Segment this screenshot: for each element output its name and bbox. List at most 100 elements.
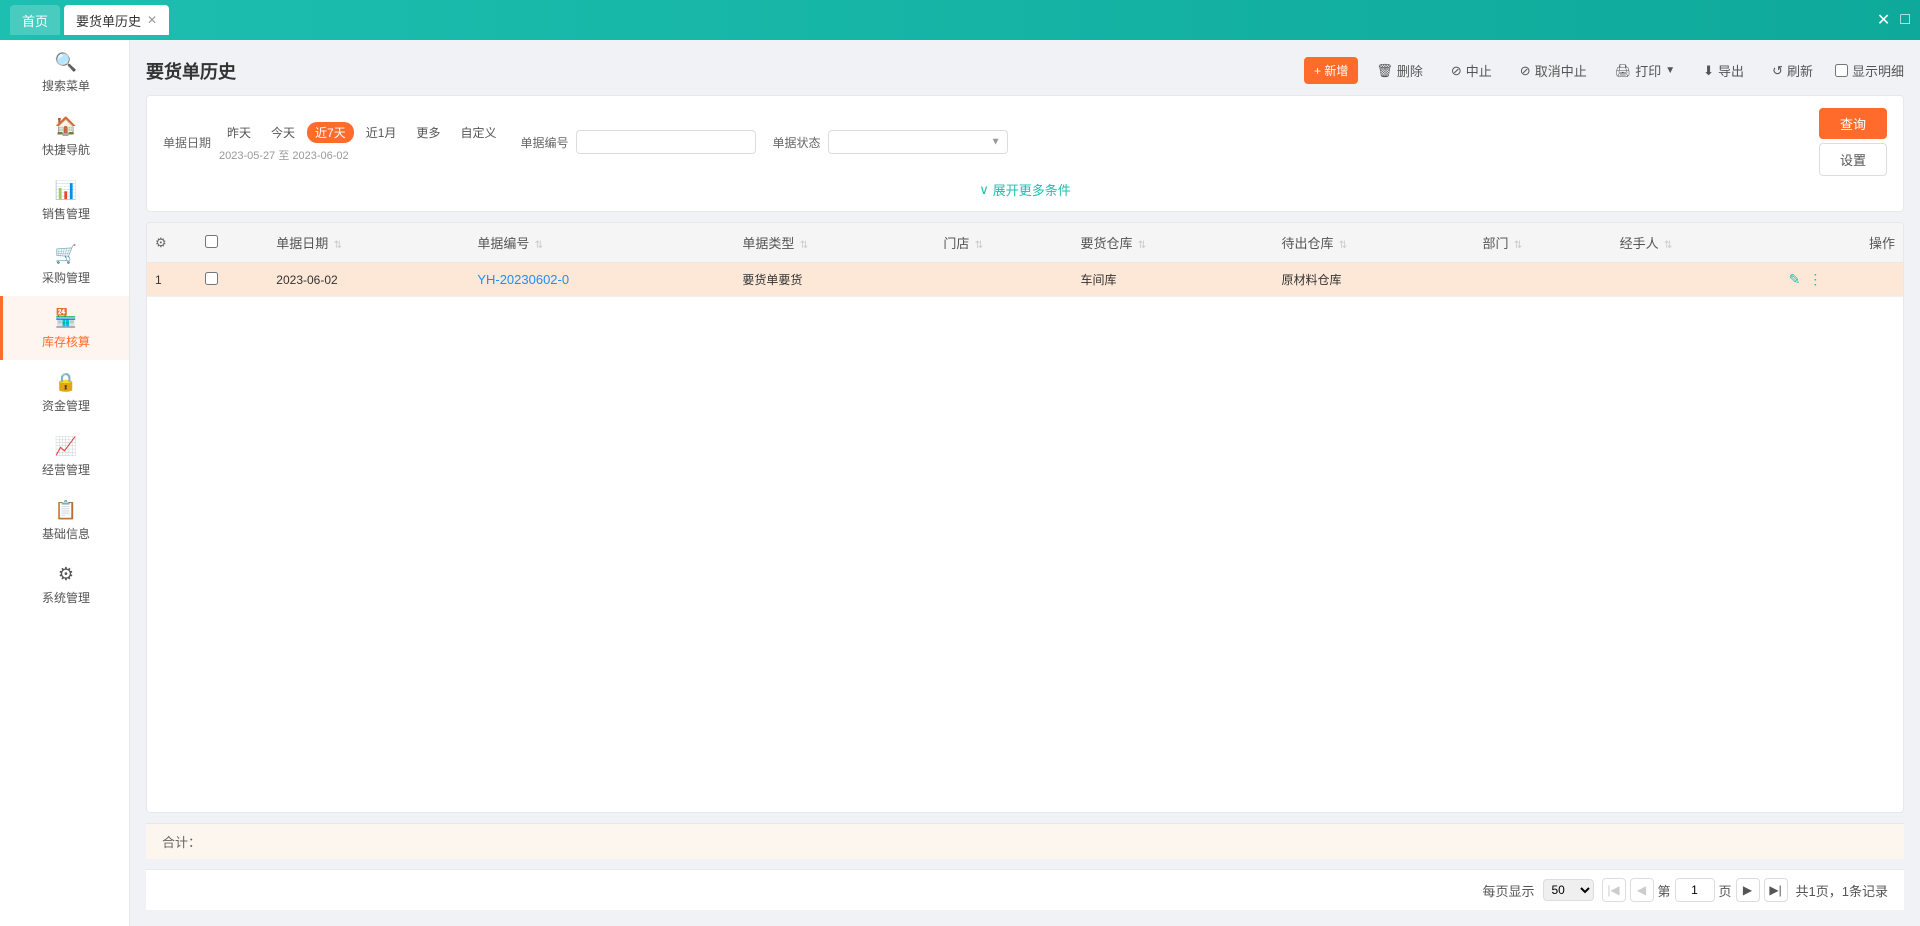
stop-button[interactable]: ⊘ 中止 xyxy=(1441,56,1502,85)
col-date-label: 单据日期 xyxy=(276,236,328,251)
print-button[interactable]: 🖨 打印 ▼ xyxy=(1605,56,1685,85)
gear-icon[interactable]: ⚙ xyxy=(155,235,167,250)
sidebar-item-inventory-label: 库存核算 xyxy=(42,333,90,350)
refresh-icon: ↺ xyxy=(1772,63,1783,79)
data-table: ⚙ 单据日期 ⇅ 单据编号 ⇅ xyxy=(147,223,1903,297)
edit-action-icon[interactable]: ✎ xyxy=(1789,271,1801,288)
sidebar-item-operation-label: 经营管理 xyxy=(42,461,90,478)
sort-reqwh-icon[interactable]: ⇅ xyxy=(1138,240,1146,251)
basic-icon: 📋 xyxy=(55,500,77,521)
query-button[interactable]: 查询 xyxy=(1819,108,1887,139)
sidebar-item-purchase[interactable]: 🛒 采购管理 xyxy=(0,232,129,296)
sort-handler-icon[interactable]: ⇅ xyxy=(1664,240,1672,251)
col-gear[interactable]: ⚙ xyxy=(147,223,197,263)
next-page-btn[interactable]: ▶ xyxy=(1736,878,1760,902)
footer-summary: 合计： xyxy=(146,823,1904,859)
sort-pendwh-icon[interactable]: ⇅ xyxy=(1339,240,1347,251)
expand-more-btn[interactable]: ∨ 展开更多条件 xyxy=(163,180,1887,199)
sort-store-icon[interactable]: ⇅ xyxy=(975,240,983,251)
status-select-wrapper: 草稿 已提交 已审批 中止 xyxy=(828,130,1008,154)
col-doctype-label: 单据类型 xyxy=(742,236,794,251)
stop-icon: ⊘ xyxy=(1451,63,1462,79)
sidebar-item-search[interactable]: 🔍 搜索菜单 xyxy=(0,40,129,104)
doc-link[interactable]: YH-20230602-0 xyxy=(477,272,569,287)
show-detail-checkbox[interactable] xyxy=(1835,64,1848,77)
cancel-stop-button[interactable]: ⊘ 取消中止 xyxy=(1510,56,1597,85)
per-page-label: 每页显示 xyxy=(1482,881,1534,900)
row-pend-warehouse: 原材料仓库 xyxy=(1273,263,1474,297)
home-icon: 🏠 xyxy=(55,116,77,137)
col-req-warehouse-label: 要货仓库 xyxy=(1080,236,1132,251)
delete-icon: 🗑 xyxy=(1376,63,1393,79)
row-checkbox xyxy=(197,263,268,297)
col-handler: 经手人 ⇅ xyxy=(1612,223,1781,263)
sales-icon: 📊 xyxy=(55,180,77,201)
page-title: 要货单历史 xyxy=(146,58,236,84)
tab-home[interactable]: 首页 xyxy=(10,5,60,35)
tab-history[interactable]: 要货单历史 ✕ xyxy=(64,5,169,35)
row-seq: 1 xyxy=(147,263,197,297)
top-bar-right: ✕ □ xyxy=(1877,10,1910,30)
page-nav: |◀ ◀ 第 页 ▶ ▶| xyxy=(1602,878,1788,902)
search-menu-icon: 🔍 xyxy=(55,52,77,73)
sort-date-icon[interactable]: ⇅ xyxy=(334,240,342,251)
select-all-checkbox[interactable] xyxy=(205,235,218,248)
last-page-btn[interactable]: ▶| xyxy=(1764,878,1788,902)
summary-label: 合计： xyxy=(162,832,201,851)
date-today-btn[interactable]: 今天 xyxy=(263,122,303,143)
inventory-icon: 🏪 xyxy=(55,308,77,329)
sidebar-item-inventory[interactable]: 🏪 库存核算 xyxy=(0,296,129,360)
sidebar-item-purchase-label: 采购管理 xyxy=(42,269,90,286)
col-store: 门店 ⇅ xyxy=(935,223,1072,263)
col-dept-label: 部门 xyxy=(1483,236,1509,251)
row-handler xyxy=(1612,263,1781,297)
export-button[interactable]: ⬇ 导出 xyxy=(1693,56,1754,85)
date-custom-btn[interactable]: 自定义 xyxy=(452,122,504,143)
sidebar-item-sales-label: 销售管理 xyxy=(42,205,90,222)
col-handler-label: 经手人 xyxy=(1620,236,1659,251)
docno-filter-input[interactable] xyxy=(576,130,756,154)
table-row: 1 2023-06-02 YH-20230602-0 要货单要货 车间库 原材料… xyxy=(147,263,1903,297)
page-label: 第 xyxy=(1658,881,1671,900)
row-doctype: 要货单要货 xyxy=(734,263,935,297)
more-action-icon[interactable]: ⋮ xyxy=(1808,271,1822,288)
sidebar-item-system[interactable]: ⚙ 系统管理 xyxy=(0,552,129,616)
per-page-select[interactable]: 50 10 20 100 xyxy=(1543,879,1594,901)
sidebar-item-sales[interactable]: 📊 销售管理 xyxy=(0,168,129,232)
export-icon: ⬇ xyxy=(1703,63,1714,79)
sidebar-item-basic[interactable]: 📋 基础信息 xyxy=(0,488,129,552)
finance-icon: 🔒 xyxy=(55,372,77,393)
sort-docno-icon[interactable]: ⇅ xyxy=(535,240,543,251)
sort-doctype-icon[interactable]: ⇅ xyxy=(800,240,808,251)
toolbar: + 新增 🗑 删除 ⊘ 中止 ⊘ 取消中止 🖨 打印 ▼ xyxy=(1304,56,1904,85)
sidebar-item-operation[interactable]: 📈 经营管理 xyxy=(0,424,129,488)
window-close-icon[interactable]: ✕ xyxy=(1877,10,1890,30)
refresh-button[interactable]: ↺ 刷新 xyxy=(1762,56,1823,85)
delete-button[interactable]: 🗑 删除 xyxy=(1366,56,1433,85)
pagination: 每页显示 50 10 20 100 |◀ ◀ 第 页 ▶ ▶| 共1页，1条记录 xyxy=(146,869,1904,910)
sidebar-item-basic-label: 基础信息 xyxy=(42,525,90,542)
row-docno: YH-20230602-0 xyxy=(469,263,734,297)
show-detail-toggle[interactable]: 显示明细 xyxy=(1835,61,1904,80)
status-filter-select[interactable]: 草稿 已提交 已审批 中止 xyxy=(828,130,1008,154)
close-tab-icon[interactable]: ✕ xyxy=(147,13,157,27)
status-filter-group: 单据状态 草稿 已提交 已审批 中止 xyxy=(772,130,1008,154)
sidebar-item-finance[interactable]: 🔒 资金管理 xyxy=(0,360,129,424)
window-maximize-icon[interactable]: □ xyxy=(1900,11,1910,29)
system-icon: ⚙ xyxy=(58,564,74,585)
date-yesterday-btn[interactable]: 昨天 xyxy=(219,122,259,143)
sort-dept-icon[interactable]: ⇅ xyxy=(1514,240,1522,251)
page-label-2: 页 xyxy=(1719,881,1732,900)
first-page-btn[interactable]: |◀ xyxy=(1602,878,1626,902)
date-more-btn[interactable]: 更多 xyxy=(408,122,448,143)
date-1month-btn[interactable]: 近1月 xyxy=(358,122,405,143)
date-7days-btn[interactable]: 近7天 xyxy=(307,122,354,143)
filter-settings-button[interactable]: 设置 xyxy=(1819,143,1887,176)
add-button[interactable]: + 新增 xyxy=(1304,57,1358,84)
sidebar-item-quicknav[interactable]: 🏠 快捷导航 xyxy=(0,104,129,168)
page-number-input[interactable] xyxy=(1675,878,1715,902)
row-select-checkbox[interactable] xyxy=(205,272,218,285)
prev-page-btn[interactable]: ◀ xyxy=(1630,878,1654,902)
sidebar-item-finance-label: 资金管理 xyxy=(42,397,90,414)
status-filter-label: 单据状态 xyxy=(772,134,820,151)
